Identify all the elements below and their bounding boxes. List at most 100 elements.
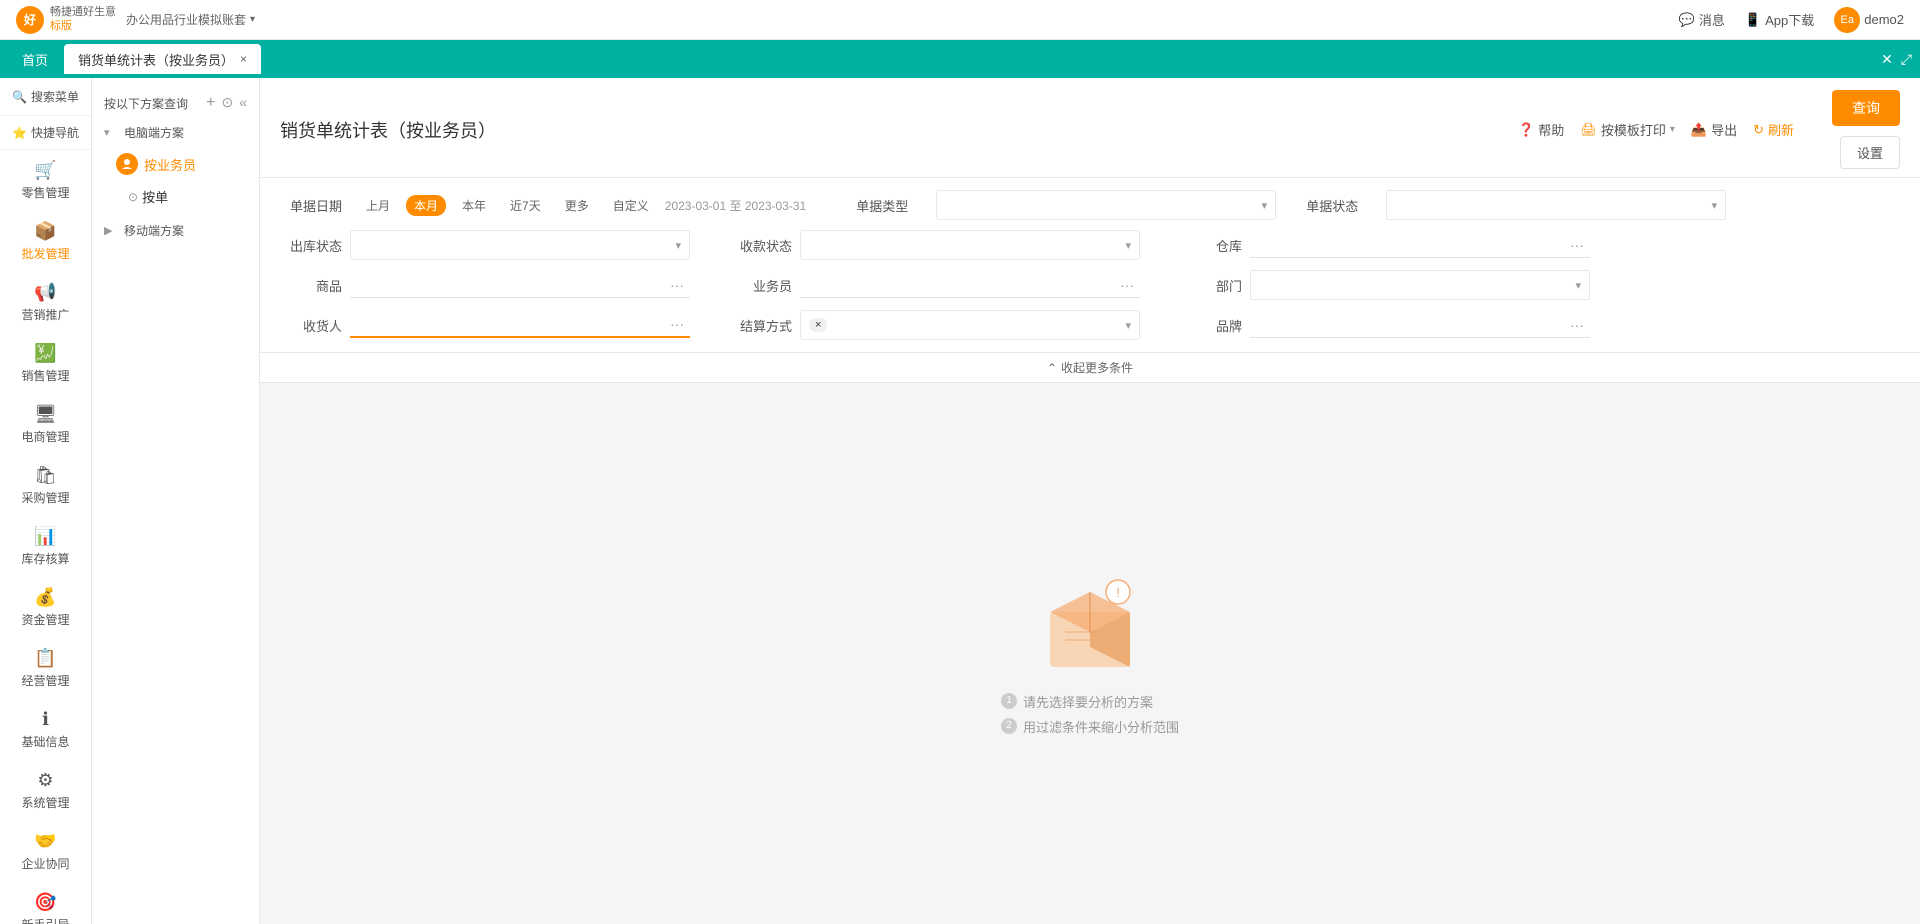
- settlement-select[interactable]: × ▾: [800, 310, 1140, 340]
- logo-icon: 好: [16, 6, 44, 34]
- system-icon: ⚙: [4, 770, 87, 791]
- ecommerce-icon: 🖥: [4, 404, 87, 425]
- sidebar-item-inventory[interactable]: 📊 库存核算: [0, 516, 91, 577]
- logo-text: 畅捷通好生意 标版: [50, 6, 116, 32]
- settlement-tag[interactable]: ×: [809, 318, 827, 332]
- order-status-select[interactable]: ▾: [1386, 190, 1726, 220]
- query-button[interactable]: 查询: [1832, 90, 1900, 126]
- sidebar-item-guide[interactable]: 🎯 新手引导: [0, 882, 91, 924]
- brand-dots[interactable]: ···: [1570, 317, 1584, 333]
- date-tab-last7[interactable]: 近7天: [502, 195, 549, 216]
- industry-dropdown[interactable]: 办公用品行业模拟账套 ▾: [126, 11, 255, 28]
- tip-num-2: 2: [1001, 718, 1017, 734]
- print-button[interactable]: 🖨 按模板打印 ▾: [1580, 120, 1675, 139]
- app-download-button[interactable]: 📱 App下载: [1745, 10, 1814, 29]
- tab-close-icon[interactable]: ×: [240, 52, 247, 66]
- receiver-dots[interactable]: ···: [670, 316, 684, 332]
- settlement-chevron-icon: ▾: [1125, 319, 1131, 332]
- date-tab-custom[interactable]: 自定义: [605, 195, 657, 216]
- warehouse-dots[interactable]: ···: [1570, 237, 1584, 253]
- user-profile[interactable]: Ea demo2: [1834, 7, 1904, 33]
- order-status-chevron-icon: ▾: [1712, 199, 1718, 212]
- purchase-icon: 🛍: [4, 465, 87, 486]
- date-tabs: 上月 本月 本年 近7天 更多 自定义: [358, 195, 657, 216]
- svg-text:!: !: [1116, 585, 1120, 600]
- brand-input[interactable]: ···: [1250, 313, 1590, 338]
- out-status-select[interactable]: ▾: [350, 230, 690, 260]
- order-type-label: 单据类型: [846, 196, 916, 215]
- export-button[interactable]: 📤 导出: [1691, 120, 1737, 139]
- tree-expand-icon: ▾: [104, 126, 120, 139]
- retail-icon: 🛒: [4, 160, 87, 181]
- panel-collapse-icon[interactable]: «: [239, 94, 247, 112]
- order-type-select[interactable]: ▾: [936, 190, 1276, 220]
- receiver-input[interactable]: ···: [350, 312, 690, 338]
- tree-item-by-salesman[interactable]: 按业务员: [92, 147, 259, 181]
- panel-tree: ▾ 电脑端方案 按业务员 ⊙ 按单 ▶ 移动端方案: [92, 118, 259, 245]
- date-tab-more[interactable]: 更多: [557, 195, 597, 216]
- main-content: 销货单统计表（按业务员） ❓ 帮助 🖨 按模板打印 ▾ 📤 导出: [260, 78, 1920, 924]
- tree-desktop-group[interactable]: ▾ 电脑端方案: [92, 118, 259, 147]
- tab-restore-icon[interactable]: ✕: [1881, 51, 1893, 68]
- date-tab-this-month[interactable]: 本月: [406, 195, 446, 216]
- tree-mobile-group[interactable]: ▶ 移动端方案: [92, 216, 259, 245]
- main-layout: 🔍 搜索菜单 ⭐ 快捷导航 🛒 零售管理 📦 批发管理 📢 营销推广 💹 销售管…: [0, 78, 1920, 924]
- filter-area: 单据日期 上月 本月 本年 近7天 更多 自定义 2023-03-01 至 20…: [260, 178, 1920, 353]
- wholesale-icon: 📦: [4, 221, 87, 242]
- goods-input[interactable]: ···: [350, 273, 690, 298]
- sidebar-item-wholesale[interactable]: 📦 批发管理: [0, 211, 91, 272]
- panel-header-actions: + ⊙ «: [206, 94, 247, 112]
- sidebar-item-purchase[interactable]: 🛍 采购管理: [0, 455, 91, 516]
- operations-icon: 📋: [4, 648, 87, 669]
- sidebar-item-collab[interactable]: 🤝 企业协同: [0, 821, 91, 882]
- sidebar-item-retail[interactable]: 🛒 零售管理: [0, 150, 91, 211]
- salesman-dots[interactable]: ···: [1120, 277, 1134, 293]
- department-select[interactable]: ▾: [1250, 270, 1590, 300]
- guide-icon: 🎯: [4, 892, 87, 913]
- sidebar-item-finance[interactable]: 💰 资金管理: [0, 577, 91, 638]
- goods-label: 商品: [280, 276, 350, 295]
- sidebar-item-system[interactable]: ⚙ 系统管理: [0, 760, 91, 821]
- print-dropdown-icon: ▾: [1670, 124, 1675, 135]
- filter-row-4: 收货人 ··· 结算方式 × ▾ 品牌 ···: [280, 310, 1900, 340]
- receipt-status-select[interactable]: ▾: [800, 230, 1140, 260]
- tab-home[interactable]: 首页: [8, 44, 62, 74]
- app-icon: 📱: [1745, 12, 1761, 28]
- sidebar-item-ecommerce[interactable]: 🖥 电商管理: [0, 394, 91, 455]
- collab-icon: 🤝: [4, 831, 87, 852]
- sidebar-item-operations[interactable]: 📋 经营管理: [0, 638, 91, 699]
- panel-header: 按以下方案查询 + ⊙ «: [92, 88, 259, 118]
- help-button[interactable]: ❓ 帮助: [1518, 120, 1564, 139]
- brand-label: 品牌: [1180, 316, 1250, 335]
- message-button[interactable]: 💬 消息: [1679, 10, 1725, 29]
- sidebar-item-sales[interactable]: 💹 销售管理: [0, 333, 91, 394]
- tree-item-by-order[interactable]: ⊙ 按单: [92, 181, 259, 212]
- settings-button[interactable]: 设置: [1840, 136, 1900, 169]
- collapse-button[interactable]: ⌃ 收起更多条件: [1047, 359, 1133, 376]
- goods-dots[interactable]: ···: [670, 277, 684, 293]
- sidebar-search-menu[interactable]: 🔍 搜索菜单: [0, 78, 91, 116]
- refresh-button[interactable]: ↻ 刷新: [1753, 120, 1794, 139]
- date-tab-last-month[interactable]: 上月: [358, 195, 398, 216]
- warehouse-input[interactable]: ···: [1250, 233, 1590, 258]
- date-tab-this-year[interactable]: 本年: [454, 195, 494, 216]
- tab-active[interactable]: 销货单统计表（按业务员） ×: [64, 44, 261, 74]
- content-area: 按以下方案查询 + ⊙ « ▾ 电脑端方案 按业务员: [92, 78, 1920, 924]
- receiver-label: 收货人: [280, 316, 350, 335]
- receipt-status-chevron-icon: ▾: [1125, 239, 1131, 252]
- panel-settings-icon[interactable]: ⊙: [221, 94, 233, 112]
- sidebar-quick-nav[interactable]: ⭐ 快捷导航: [0, 116, 91, 150]
- sidebar-item-marketing[interactable]: 📢 营销推广: [0, 272, 91, 333]
- top-bar: 好 畅捷通好生意 标版 办公用品行业模拟账套 ▾ 💬 消息 📱 App下载 Ea…: [0, 0, 1920, 40]
- page-header: 销货单统计表（按业务员） ❓ 帮助 🖨 按模板打印 ▾ 📤 导出: [260, 78, 1920, 178]
- top-bar-left: 好 畅捷通好生意 标版 办公用品行业模拟账套 ▾: [16, 6, 255, 34]
- marketing-icon: 📢: [4, 282, 87, 303]
- empty-tip-2: 2 用过滤条件来缩小分析范围: [1001, 717, 1179, 736]
- logo-area: 好 畅捷通好生意 标版: [16, 6, 116, 34]
- department-chevron-icon: ▾: [1575, 279, 1581, 292]
- salesman-input[interactable]: ···: [800, 273, 1140, 298]
- panel-add-icon[interactable]: +: [206, 94, 215, 112]
- inventory-icon: 📊: [4, 526, 87, 547]
- tab-maximize-icon[interactable]: ⤢: [1901, 51, 1912, 68]
- sidebar-item-basic[interactable]: ℹ 基础信息: [0, 699, 91, 760]
